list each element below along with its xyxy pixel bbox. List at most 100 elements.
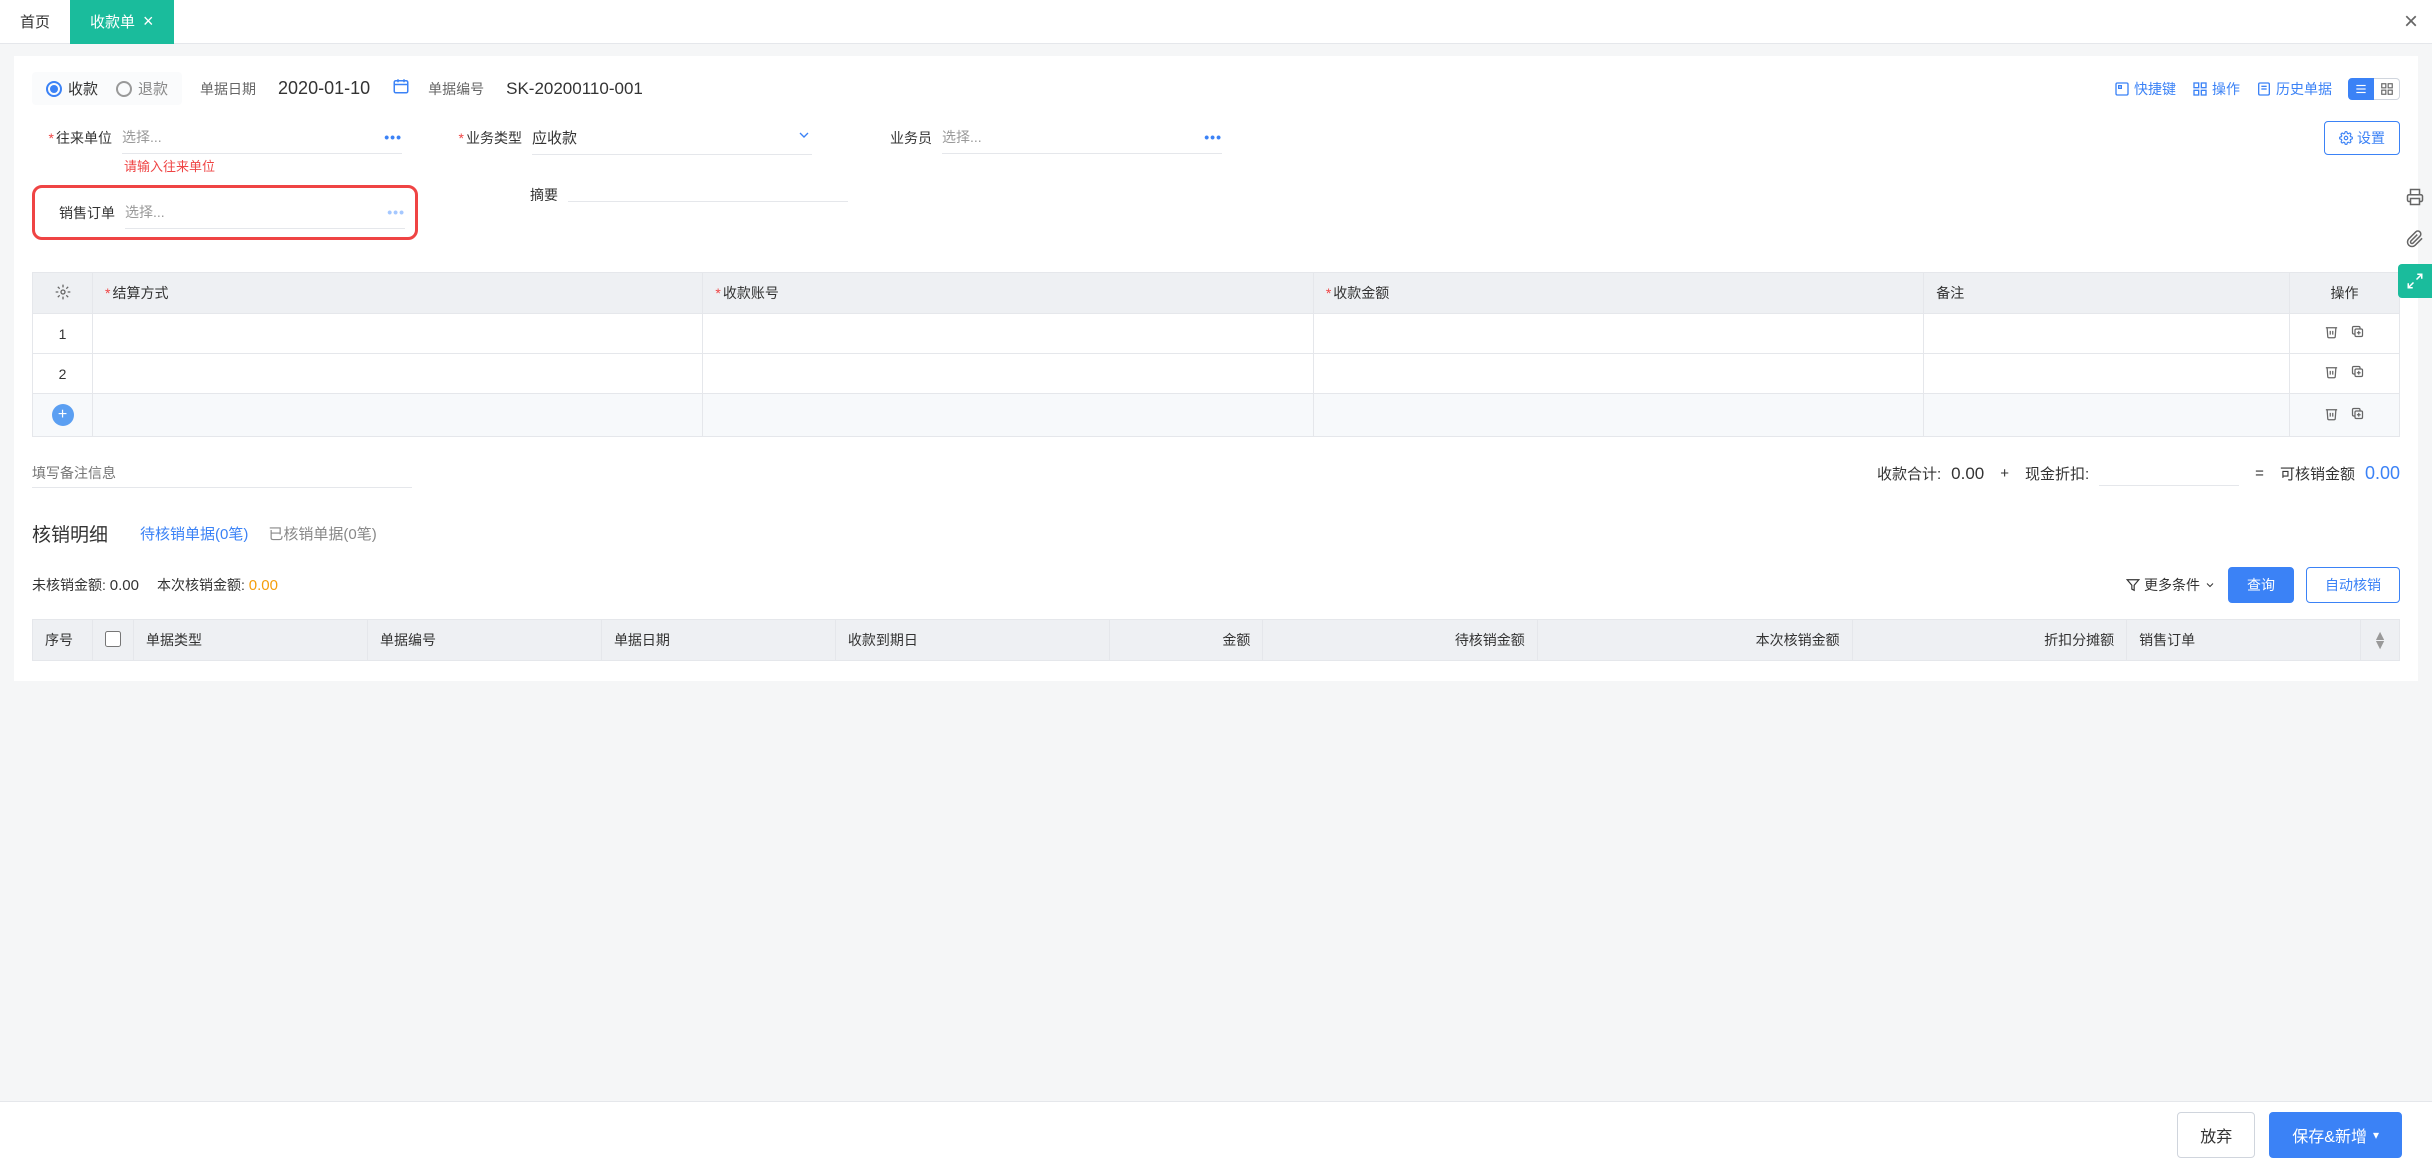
cell-remark[interactable] [1924,354,2290,394]
col-discshare[interactable]: 折扣分摊额 [1852,620,2126,661]
cell-amount[interactable] [1313,314,1923,354]
biztype-select[interactable]: 应收款 [532,121,812,155]
delete-icon[interactable] [2324,326,2339,343]
summary-input[interactable] [568,189,848,202]
biztype-label: *业务类型 [442,128,522,148]
remark-input[interactable] [32,459,412,488]
discount-input[interactable] [2099,462,2239,486]
total-label: 收款合计: [1877,463,1941,484]
doc-no-value: SK-20200110-001 [506,79,643,99]
date-value[interactable]: 2020-01-10 [278,78,370,99]
more-filter-button[interactable]: 更多条件 [2126,575,2216,595]
col-pending[interactable]: 待核销金额 [1263,620,1537,661]
radio-label: 收款 [68,78,98,99]
view-list-button[interactable] [2348,78,2374,100]
history-button[interactable]: 历史单据 [2256,79,2332,99]
plus-sign: + [2000,465,2009,482]
copy-icon[interactable] [2350,366,2365,383]
col-amount[interactable]: 金额 [1110,620,1263,661]
gear-icon[interactable] [33,273,93,314]
page-close-icon[interactable]: × [2404,8,2418,36]
tab-receipt[interactable]: 收款单 × [70,0,174,44]
col-thisamt[interactable]: 本次核销金额 [1537,620,1852,661]
print-icon[interactable] [2398,180,2432,214]
tab-pending-writeoff[interactable]: 待核销单据(0笔) [140,523,248,544]
sort-indicator[interactable]: ▲▼ [2361,620,2400,661]
radio-icon [116,81,132,97]
auto-writeoff-button[interactable]: 自动核销 [2306,567,2400,603]
partner-label: *往来单位 [32,128,112,148]
settings-button[interactable]: 设置 [2324,121,2400,155]
cell-amount[interactable] [1313,354,1923,394]
col-duedate[interactable]: 收款到期日 [835,620,1109,661]
salesorder-highlight: 销售订单 选择... ••• [32,185,418,240]
add-row-button[interactable]: + [52,404,74,426]
chevron-down-icon[interactable]: ▾ [2373,1128,2379,1142]
cell-account[interactable] [703,354,1313,394]
col-no[interactable]: 单据编号 [367,620,601,661]
summary-row: 收款合计: 0.00 + 现金折扣: = 可核销金额 0.00 [14,451,2418,506]
shortcut-button[interactable]: 快捷键 [2114,79,2176,99]
writeoff-filter-row: 未核销金额: 0.00 本次核销金额: 0.00 更多条件 查询 自动核销 [14,561,2418,619]
cell-account[interactable] [703,314,1313,354]
date-label: 单据日期 [200,79,256,99]
operate-button[interactable]: 操作 [2192,79,2240,99]
radio-receipt[interactable]: 收款 [46,78,98,99]
tab-bar: 首页 收款单 × × [0,0,2432,44]
footer-actions: 放弃 保存&新增 ▾ [0,1101,2432,1168]
salesman-label: 业务员 [852,128,932,148]
cell-settle[interactable] [93,354,703,394]
summary-label: 摘要 [478,185,558,205]
cell-settle[interactable] [93,314,703,354]
delete-icon[interactable] [2324,366,2339,383]
biztype-field: *业务类型 应收款 [442,121,812,155]
row-index: 2 [33,354,93,394]
writeoff-value: 0.00 [2365,463,2400,484]
writeoff-label: 可核销金额 [2280,463,2355,484]
col-seq: 序号 [33,620,93,661]
select-all-checkbox[interactable] [105,631,121,647]
view-grid-button[interactable] [2374,78,2400,100]
close-icon[interactable]: × [143,11,154,32]
col-type[interactable]: 单据类型 [134,620,368,661]
partner-field: *往来单位 选择... ••• [32,121,402,154]
chevron-down-icon[interactable] [796,127,812,148]
radio-refund[interactable]: 退款 [116,78,168,99]
toolbar-right: 快捷键 操作 历史单据 [2114,78,2400,100]
side-toolbar [2398,180,2432,298]
copy-icon[interactable] [2350,408,2365,425]
salesorder-label: 销售订单 [45,203,115,223]
partner-error: 请输入往来单位 [124,156,402,175]
total-value: 0.00 [1951,464,1984,484]
salesorder-input[interactable]: 选择... ••• [125,196,405,229]
lookup-icon[interactable]: ••• [1204,129,1222,145]
tab-done-writeoff[interactable]: 已核销单据(0笔) [268,523,376,544]
document-header: 收款 退款 单据日期 2020-01-10 单据编号 SK-20200110-0… [14,56,2418,117]
unverified-amount: 未核销金额: 0.00 [32,575,139,595]
summary-field: 摘要 [478,185,848,205]
tab-label: 收款单 [90,11,135,32]
partner-input[interactable]: 选择... ••• [122,121,402,154]
tab-home[interactable]: 首页 [0,0,70,44]
table-row: 2 [33,354,2400,394]
cell-remark[interactable] [1924,314,2290,354]
discount-label: 现金折扣: [2025,463,2089,484]
col-salesorder[interactable]: 销售订单 [2127,620,2361,661]
expand-icon[interactable] [2398,264,2432,298]
save-and-new-button[interactable]: 保存&新增 ▾ [2269,1112,2402,1158]
col-remark: 备注 [1924,273,2290,314]
table-add-row: + [33,394,2400,437]
form-area: *往来单位 选择... ••• 请输入往来单位 *业务类型 应收款 [14,117,2418,266]
query-button[interactable]: 查询 [2228,567,2294,603]
copy-icon[interactable] [2350,326,2365,343]
col-date[interactable]: 单据日期 [601,620,835,661]
lookup-icon[interactable]: ••• [387,204,405,220]
attachment-icon[interactable] [2398,222,2432,256]
lookup-icon[interactable]: ••• [384,129,402,145]
receipt-type-radio-group: 收款 退款 [32,72,182,105]
payment-lines-table: *结算方式 *收款账号 *收款金额 备注 操作 1 [32,272,2400,437]
salesman-input[interactable]: 选择... ••• [942,121,1222,154]
cancel-button[interactable]: 放弃 [2177,1112,2255,1158]
delete-icon[interactable] [2324,408,2339,425]
calendar-icon[interactable] [392,77,410,100]
